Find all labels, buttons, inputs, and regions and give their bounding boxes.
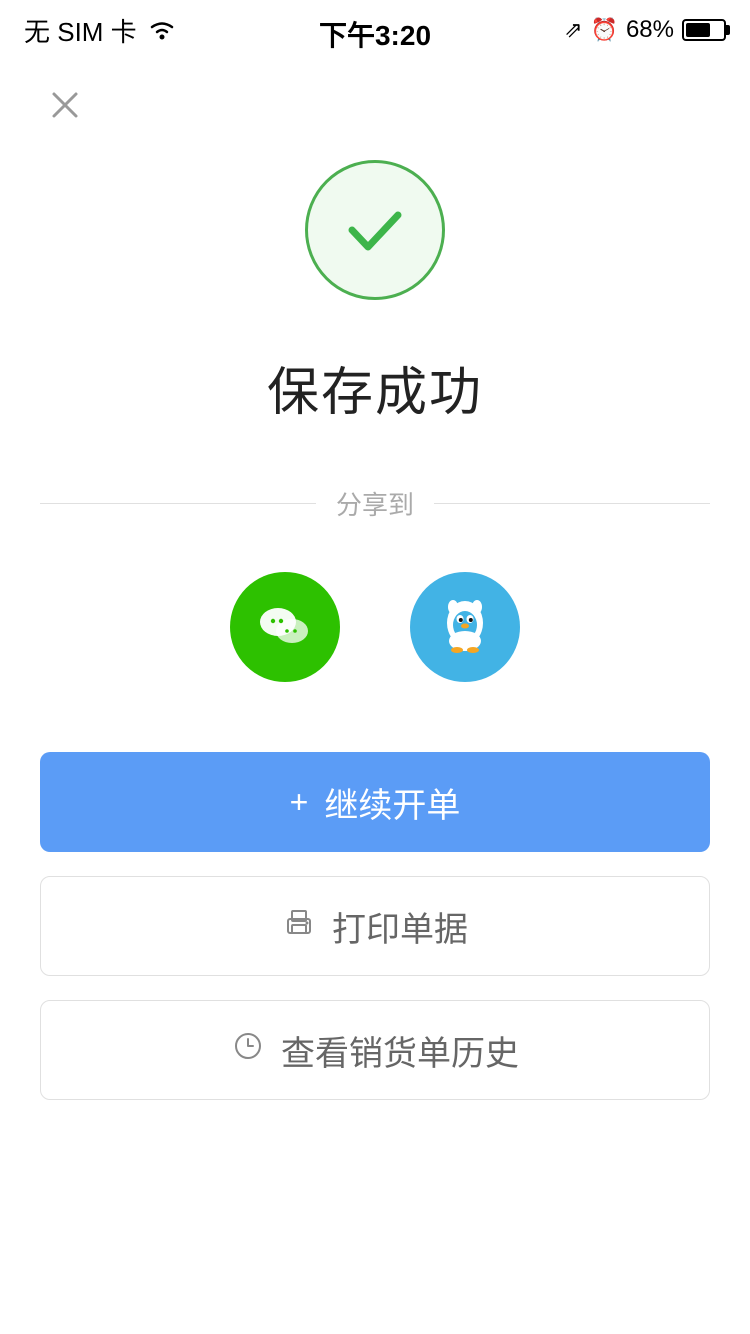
divider-right: [434, 503, 710, 504]
print-label: 打印单据: [332, 902, 468, 951]
share-divider: 分享到: [40, 485, 710, 522]
share-qq-button[interactable]: [410, 572, 520, 682]
carrier-text: 无 SIM 卡: [24, 12, 137, 49]
wechat-icon: [254, 596, 316, 658]
divider-left: [40, 503, 316, 504]
battery-indicator: [682, 19, 726, 41]
share-icons-row: [230, 572, 520, 682]
page-content: 保存成功 分享到: [0, 60, 750, 1334]
history-button[interactable]: 查看销货单历史: [40, 1000, 710, 1100]
print-button[interactable]: 打印单据: [40, 876, 710, 976]
history-label: 查看销货单历史: [281, 1026, 519, 1075]
status-indicators: ⇗ ⏰ 68%: [564, 16, 726, 44]
location-icon: ⇗: [564, 17, 582, 43]
continue-icon: +: [290, 784, 309, 821]
battery-text: 68%: [626, 16, 674, 44]
alarm-icon: ⏰: [591, 17, 618, 43]
close-icon: [48, 88, 82, 122]
continue-label: 继续开单: [324, 778, 460, 827]
continue-button[interactable]: + 继续开单: [40, 752, 710, 852]
checkmark-icon: [340, 195, 410, 265]
actions-wrap: + 继续开单 打印单据 查看销货单历史: [40, 752, 710, 1100]
success-title: 保存成功: [267, 350, 483, 425]
status-carrier: 无 SIM 卡: [24, 12, 177, 49]
share-label: 分享到: [336, 485, 414, 522]
close-button[interactable]: [40, 80, 90, 130]
status-bar: 无 SIM 卡 下午3:20 ⇗ ⏰ 68%: [0, 0, 750, 60]
wifi-icon: [147, 19, 177, 41]
success-icon-circle: [305, 160, 445, 300]
share-wechat-button[interactable]: [230, 572, 340, 682]
history-icon: [231, 1029, 265, 1071]
qq-icon: [434, 593, 496, 661]
status-time: 下午3:20: [319, 14, 431, 54]
print-icon: [282, 905, 316, 947]
